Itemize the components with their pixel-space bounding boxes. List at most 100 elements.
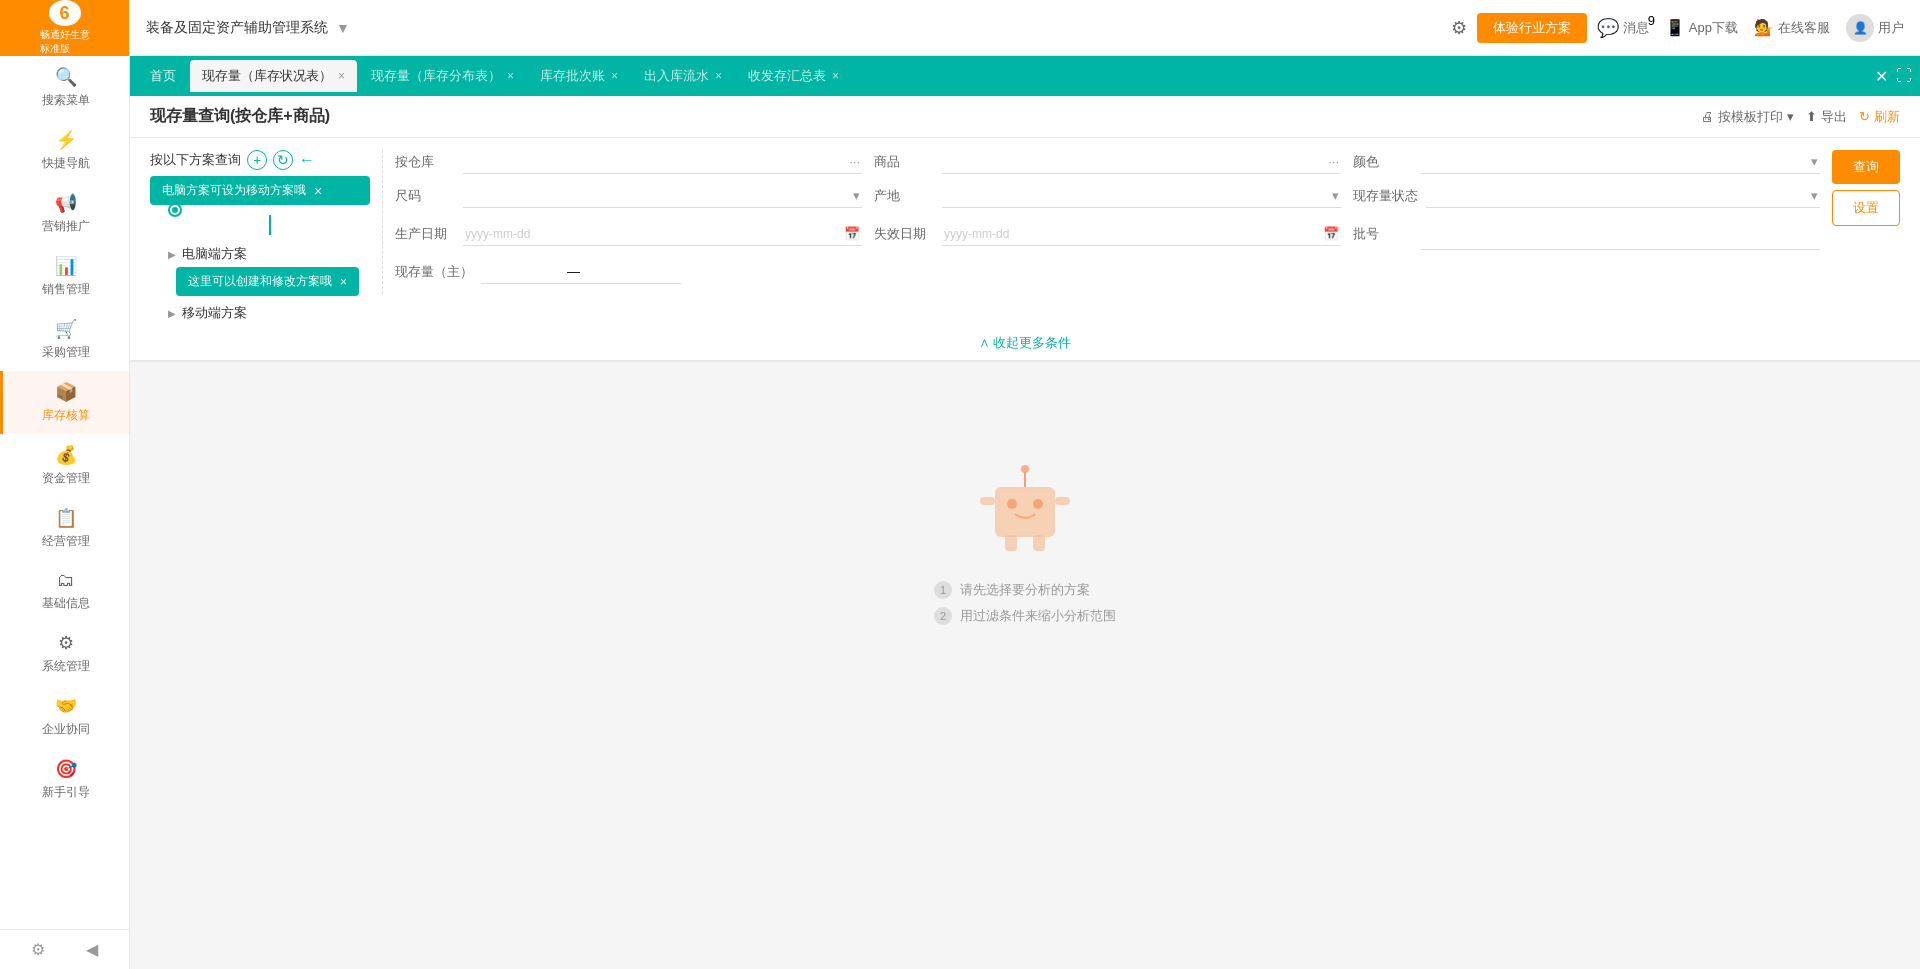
- action-buttons: 查询 设置: [1832, 150, 1900, 226]
- empty-state: 1 请先选择要分析的方案 2 用过滤条件来缩小分析范围: [130, 362, 1920, 705]
- user-area[interactable]: 👤 用户: [1846, 14, 1904, 42]
- scheme-tree-item-pc[interactable]: ▶ 电脑端方案: [160, 241, 370, 267]
- size-dropdown-icon[interactable]: ▾: [853, 188, 860, 203]
- tab-home[interactable]: 首页: [138, 67, 188, 85]
- sidebar-item-guide[interactable]: 🎯 新手引导: [0, 748, 129, 811]
- tab-inventory-dist[interactable]: 现存量（库存分布表） ×: [359, 60, 526, 92]
- notification-area[interactable]: 💬 9 消息: [1597, 17, 1649, 39]
- filter-refresh-btn[interactable]: ↻: [273, 150, 293, 170]
- sidebar-item-enterprise[interactable]: 🤝 企业协同: [0, 685, 129, 748]
- stock-main-from[interactable]: [483, 264, 563, 279]
- filter-add-btn[interactable]: +: [247, 150, 267, 170]
- calendar-icon-2[interactable]: 📅: [1323, 226, 1339, 241]
- sidebar: 6 畅通好生意 标准版 🔍 搜索菜单 ⚡ 快捷导航 📢 营销推广 📊 销售管理 …: [0, 0, 130, 969]
- stock-main-to[interactable]: [584, 264, 664, 279]
- batch-no-label: 批号: [1353, 225, 1413, 243]
- tab-close-btn[interactable]: ×: [611, 69, 618, 83]
- settings-icon: ⚙: [58, 632, 74, 654]
- filter-prod-date: 生产日期 yyyy-mm-dd 📅: [395, 222, 862, 246]
- tooltip-close-btn[interactable]: ×: [314, 183, 322, 199]
- tab-batch-ledger[interactable]: 库存批次账 ×: [528, 60, 630, 92]
- tab-inventory-status[interactable]: 现存量（库存状况表） ×: [190, 60, 357, 92]
- tooltip-edit-text: 这里可以创建和修改方案哦: [188, 273, 332, 290]
- sidebar-item-inventory[interactable]: 📦 库存核算: [0, 371, 129, 434]
- scheme-tree: ▶ 电脑端方案 这里可以创建和修改方案哦 × ▶ 移动端方: [160, 241, 370, 326]
- origin-dropdown-icon[interactable]: ▾: [1332, 188, 1339, 203]
- tip-number-2: 2: [934, 607, 952, 625]
- tab-receive-summary[interactable]: 收发存汇总表 ×: [736, 60, 851, 92]
- tab-inout-flow[interactable]: 出入库流水 ×: [632, 60, 734, 92]
- export-icon: ⬆: [1806, 109, 1817, 124]
- range-separator: —: [567, 264, 580, 279]
- calendar-icon[interactable]: 📅: [844, 226, 860, 241]
- empty-tips: 1 请先选择要分析的方案 2 用过滤条件来缩小分析范围: [934, 581, 1116, 625]
- tree-arrow-icon-2: ▶: [168, 308, 176, 319]
- tabbar: 首页 现存量（库存状况表） × 现存量（库存分布表） × 库存批次账 × 出入库…: [130, 56, 1920, 96]
- topbar-settings-icon[interactable]: ⚙: [1451, 17, 1467, 39]
- sidebar-settings-btn[interactable]: ⚙: [31, 940, 45, 959]
- scheme-panel: 按以下方案查询 + ↻ ← 电脑方案可设为移动方案哦 ×: [150, 150, 370, 326]
- fullscreen-icon[interactable]: ⛶: [1896, 67, 1912, 86]
- query-btn[interactable]: 查询: [1832, 150, 1900, 184]
- tab-close-btn[interactable]: ×: [338, 69, 345, 83]
- filter-label: 按以下方案查询: [150, 151, 241, 169]
- edit-tooltip-close[interactable]: ×: [340, 275, 347, 289]
- sidebar-item-basic[interactable]: 🗂 基础信息: [0, 560, 129, 622]
- tab-close-btn[interactable]: ×: [715, 69, 722, 83]
- filter-goods: 商品 ···: [874, 150, 1341, 174]
- batch-no-input[interactable]: [1423, 222, 1818, 245]
- sidebar-item-finance[interactable]: 💰 资金管理: [0, 434, 129, 497]
- topbar-right: 💬 9 消息 📱 App下载 💁 在线客服 👤 用户: [1597, 14, 1904, 42]
- sidebar-item-sales[interactable]: 📊 销售管理: [0, 245, 129, 308]
- page-actions: 🖨 按模板打印 ▾ ⬆ 导出 ↻ 刷新: [1701, 108, 1900, 126]
- dropdown-icon[interactable]: ▾: [1811, 154, 1818, 169]
- filter-row-1: 按仓库 ··· 商品 ···: [395, 150, 1820, 174]
- sidebar-item-marketing[interactable]: 📢 营销推广: [0, 182, 129, 245]
- svg-rect-7: [1055, 497, 1070, 505]
- stock-main-label: 现存量（主）: [395, 263, 473, 281]
- dots-icon-2[interactable]: ···: [1328, 154, 1339, 169]
- tab-close-btn[interactable]: ×: [832, 69, 839, 83]
- empty-illustration: [965, 442, 1085, 565]
- logo: 6 畅通好生意 标准版: [0, 0, 129, 56]
- support-icon: 💁: [1754, 18, 1774, 37]
- sidebar-item-label: 新手引导: [42, 784, 90, 801]
- tip-text-2: 用过滤条件来缩小分析范围: [960, 607, 1116, 625]
- sidebar-collapse-btn[interactable]: ◀: [86, 940, 98, 959]
- reset-btn[interactable]: 设置: [1832, 190, 1900, 226]
- online-support-btn[interactable]: 💁 在线客服: [1754, 18, 1830, 37]
- sidebar-item-search[interactable]: 🔍 搜索菜单: [0, 56, 129, 119]
- stock-status-dropdown-icon[interactable]: ▾: [1811, 188, 1818, 203]
- export-btn[interactable]: ⬆ 导出: [1806, 108, 1847, 126]
- sidebar-item-operations[interactable]: 📋 经营管理: [0, 497, 129, 560]
- dropdown-arrow-icon: ▾: [1787, 109, 1794, 124]
- dots-icon[interactable]: ···: [849, 154, 860, 169]
- tab-close-btn[interactable]: ×: [507, 69, 514, 83]
- cart-icon: 🛒: [55, 318, 77, 340]
- sidebar-item-purchase[interactable]: 🛒 采购管理: [0, 308, 129, 371]
- user-label: 用户: [1878, 19, 1904, 37]
- scheme-tree-item-mobile[interactable]: ▶ 移动端方案: [160, 300, 370, 326]
- connector: [170, 205, 370, 235]
- page-title: 现存量查询(按仓库+商品): [150, 106, 330, 127]
- money-icon: 💰: [55, 444, 77, 466]
- sidebar-item-label: 搜索菜单: [42, 92, 90, 109]
- sidebar-item-system[interactable]: ⚙ 系统管理: [0, 622, 129, 685]
- print-btn[interactable]: 🖨 按模板打印 ▾: [1701, 108, 1794, 126]
- refresh-btn[interactable]: ↻ 刷新: [1859, 108, 1900, 126]
- collapse-more-btn[interactable]: ∧ 收起更多条件: [130, 326, 1920, 361]
- filter-arrow-btn[interactable]: ←: [299, 151, 315, 169]
- goods-label: 商品: [874, 153, 934, 171]
- window-icon[interactable]: ✕: [1875, 67, 1888, 86]
- app-download-btn[interactable]: 📱 App下载: [1665, 18, 1738, 37]
- user-avatar: 👤: [1846, 14, 1874, 42]
- handshake-icon: 🤝: [55, 695, 77, 717]
- size-label: 尺码: [395, 187, 455, 205]
- printer-icon: 🖨: [1701, 109, 1714, 124]
- experience-btn[interactable]: 体验行业方案: [1477, 13, 1587, 43]
- sidebar-item-label: 基础信息: [42, 595, 90, 612]
- phone-icon: 📱: [1665, 18, 1685, 37]
- sidebar-item-quicknav[interactable]: ⚡ 快捷导航: [0, 119, 129, 182]
- filter-expire-date: 失效日期 yyyy-mm-dd 📅: [874, 222, 1341, 246]
- svg-rect-9: [1033, 535, 1045, 551]
